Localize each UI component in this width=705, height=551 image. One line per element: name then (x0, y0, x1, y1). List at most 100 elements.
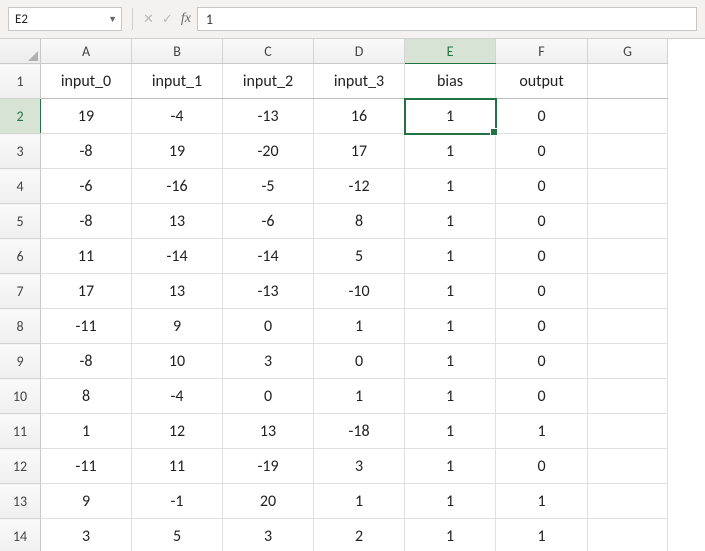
cell-F10[interactable]: 0 (496, 379, 588, 414)
col-header-f[interactable]: F (496, 39, 588, 64)
spreadsheet-grid[interactable]: A B C D E F G 1input_0input_1input_2inpu… (0, 39, 668, 551)
row-header-13[interactable]: 13 (0, 484, 41, 519)
cell-B8[interactable]: 9 (132, 309, 223, 344)
cell-B2[interactable]: -4 (132, 99, 223, 134)
cell-G2[interactable] (588, 99, 668, 134)
cell-D4[interactable]: -12 (314, 169, 405, 204)
cell-G5[interactable] (588, 204, 668, 239)
cell-A13[interactable]: 9 (41, 484, 132, 519)
cell-D8[interactable]: 1 (314, 309, 405, 344)
cell-E11[interactable]: 1 (405, 414, 496, 449)
row-header-11[interactable]: 11 (0, 414, 41, 449)
cell-E13[interactable]: 1 (405, 484, 496, 519)
cell-F11[interactable]: 1 (496, 414, 588, 449)
col-header-b[interactable]: B (132, 39, 223, 64)
cell-A4[interactable]: -6 (41, 169, 132, 204)
row-header-8[interactable]: 8 (0, 309, 41, 344)
name-box[interactable]: E2 ▼ (8, 7, 122, 31)
row-header-7[interactable]: 7 (0, 274, 41, 309)
cell-E4[interactable]: 1 (405, 169, 496, 204)
cell-G6[interactable] (588, 239, 668, 274)
cell-C1[interactable]: input_2 (223, 64, 314, 99)
cell-A2[interactable]: 19 (41, 99, 132, 134)
cell-E3[interactable]: 1 (405, 134, 496, 169)
row-header-14[interactable]: 14 (0, 519, 41, 551)
cell-E9[interactable]: 1 (405, 344, 496, 379)
cell-F4[interactable]: 0 (496, 169, 588, 204)
cell-B7[interactable]: 13 (132, 274, 223, 309)
cell-C7[interactable]: -13 (223, 274, 314, 309)
cell-A12[interactable]: -11 (41, 449, 132, 484)
col-header-e[interactable]: E (405, 39, 496, 64)
cell-B4[interactable]: -16 (132, 169, 223, 204)
cell-E1[interactable]: bias (405, 64, 496, 99)
row-header-2[interactable]: 2 (0, 99, 41, 134)
cell-A10[interactable]: 8 (41, 379, 132, 414)
row-header-6[interactable]: 6 (0, 239, 41, 274)
cell-G3[interactable] (588, 134, 668, 169)
cell-E5[interactable]: 1 (405, 204, 496, 239)
cell-E10[interactable]: 1 (405, 379, 496, 414)
cell-C4[interactable]: -5 (223, 169, 314, 204)
cell-B14[interactable]: 5 (132, 519, 223, 551)
cell-B1[interactable]: input_1 (132, 64, 223, 99)
fx-icon[interactable]: fx (181, 11, 191, 27)
cell-F13[interactable]: 1 (496, 484, 588, 519)
cell-B6[interactable]: -14 (132, 239, 223, 274)
cell-E7[interactable]: 1 (405, 274, 496, 309)
cell-A14[interactable]: 3 (41, 519, 132, 551)
cell-B3[interactable]: 19 (132, 134, 223, 169)
cell-E2[interactable]: 1 (405, 99, 496, 134)
cell-C11[interactable]: 13 (223, 414, 314, 449)
cell-F2[interactable]: 0 (496, 99, 588, 134)
cell-A1[interactable]: input_0 (41, 64, 132, 99)
col-header-g[interactable]: G (588, 39, 668, 64)
cell-D12[interactable]: 3 (314, 449, 405, 484)
cell-G14[interactable] (588, 519, 668, 551)
cell-C2[interactable]: -13 (223, 99, 314, 134)
formula-input[interactable]: 1 (197, 7, 697, 31)
cell-G10[interactable] (588, 379, 668, 414)
cell-A6[interactable]: 11 (41, 239, 132, 274)
cell-C14[interactable]: 3 (223, 519, 314, 551)
cell-D3[interactable]: 17 (314, 134, 405, 169)
cell-G8[interactable] (588, 309, 668, 344)
cell-B13[interactable]: -1 (132, 484, 223, 519)
row-header-5[interactable]: 5 (0, 204, 41, 239)
row-header-3[interactable]: 3 (0, 134, 41, 169)
cell-C3[interactable]: -20 (223, 134, 314, 169)
cell-D9[interactable]: 0 (314, 344, 405, 379)
cell-F1[interactable]: output (496, 64, 588, 99)
cell-F8[interactable]: 0 (496, 309, 588, 344)
chevron-down-icon[interactable]: ▼ (108, 14, 117, 25)
cell-C13[interactable]: 20 (223, 484, 314, 519)
cell-G4[interactable] (588, 169, 668, 204)
cell-B5[interactable]: 13 (132, 204, 223, 239)
row-header-4[interactable]: 4 (0, 169, 41, 204)
cell-G9[interactable] (588, 344, 668, 379)
cell-F12[interactable]: 0 (496, 449, 588, 484)
cell-B10[interactable]: -4 (132, 379, 223, 414)
cell-F3[interactable]: 0 (496, 134, 588, 169)
cell-A5[interactable]: -8 (41, 204, 132, 239)
cell-D1[interactable]: input_3 (314, 64, 405, 99)
cell-C6[interactable]: -14 (223, 239, 314, 274)
cell-C5[interactable]: -6 (223, 204, 314, 239)
cell-G7[interactable] (588, 274, 668, 309)
cell-D7[interactable]: -10 (314, 274, 405, 309)
row-header-1[interactable]: 1 (0, 64, 41, 99)
cell-E6[interactable]: 1 (405, 239, 496, 274)
cell-B11[interactable]: 12 (132, 414, 223, 449)
row-header-12[interactable]: 12 (0, 449, 41, 484)
col-header-d[interactable]: D (314, 39, 405, 64)
select-all-corner[interactable] (0, 39, 41, 64)
cell-C8[interactable]: 0 (223, 309, 314, 344)
cell-G12[interactable] (588, 449, 668, 484)
row-header-9[interactable]: 9 (0, 344, 41, 379)
cell-D13[interactable]: 1 (314, 484, 405, 519)
cell-G1[interactable] (588, 64, 668, 99)
cell-A11[interactable]: 1 (41, 414, 132, 449)
cell-D11[interactable]: -18 (314, 414, 405, 449)
cell-A7[interactable]: 17 (41, 274, 132, 309)
col-header-a[interactable]: A (41, 39, 132, 64)
